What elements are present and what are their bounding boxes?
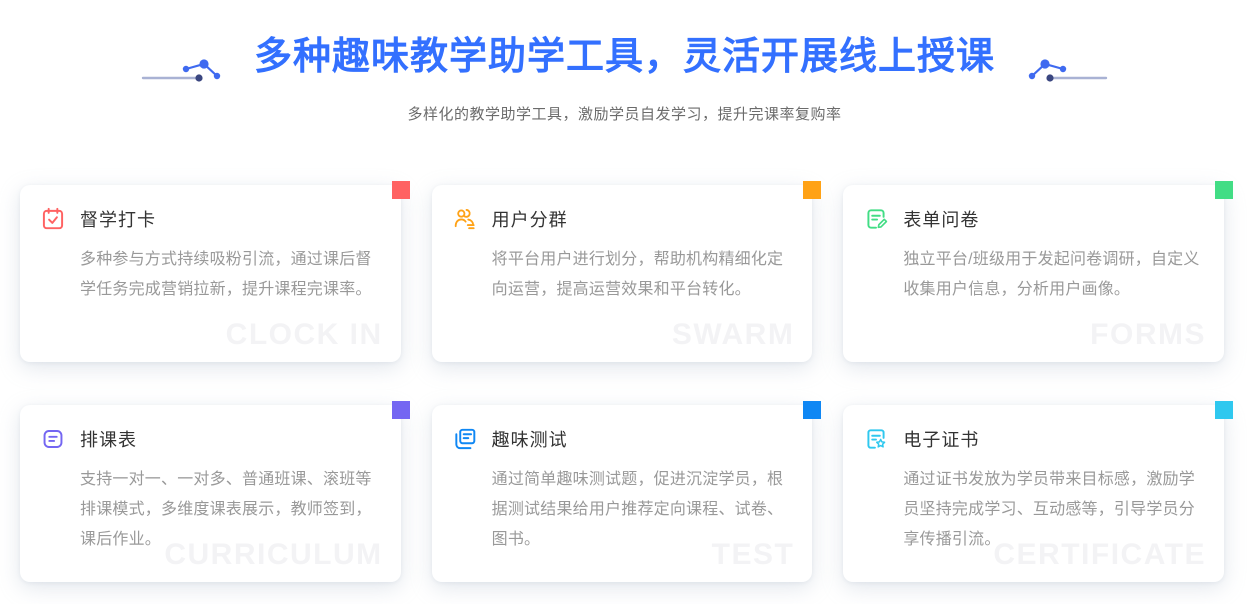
feature-card: 表单问卷 独立平台/班级用于发起问卷调研，自定义收集用户信息，分析用户画像。 F… — [843, 185, 1224, 362]
heading-row: 多种趣味教学助学工具，灵活开展线上授课 — [0, 30, 1249, 86]
card-head: 排课表 — [40, 426, 383, 452]
page-subtitle: 多样化的教学助学工具，激励学员自发学习，提升完课率复购率 — [0, 104, 1249, 125]
form-edit-icon — [863, 206, 889, 232]
header-section: 多种趣味教学助学工具，灵活开展线上授课 多样化的教学助学工具，激励学员自发学习，… — [0, 0, 1249, 125]
card-title: 趣味测试 — [492, 426, 568, 452]
card-head: 表单问卷 — [863, 206, 1206, 232]
trend-line-left-icon — [141, 44, 226, 86]
cards-grid: 督学打卡 多种参与方式持续吸粉引流，通过课后督学任务完成营销拉新，提升课程完课率… — [0, 185, 1249, 582]
certificate-star-icon — [863, 426, 889, 452]
card-watermark: CLOCK IN — [226, 318, 383, 352]
feature-card: 督学打卡 多种参与方式持续吸粉引流，通过课后督学任务完成营销拉新，提升课程完课率… — [20, 185, 401, 362]
card-title: 督学打卡 — [80, 206, 156, 232]
stacked-docs-icon — [452, 426, 478, 452]
feature-card: 排课表 支持一对一、一对多、普通班课、滚班等排课模式，多维度课表展示，教师签到，… — [20, 405, 401, 582]
trend-line-right-icon — [1023, 44, 1108, 86]
card-watermark: SWARM — [672, 318, 795, 352]
card-watermark: TEST — [712, 538, 795, 572]
corner-badge — [803, 181, 821, 199]
card-watermark: CERTIFICATE — [993, 538, 1206, 572]
card-head: 趣味测试 — [452, 426, 795, 452]
feature-card: 用户分群 将平台用户进行划分，帮助机构精细化定向运营，提高运营效果和平台转化。 … — [432, 185, 813, 362]
card-description: 多种参与方式持续吸粉引流，通过课后督学任务完成营销拉新，提升课程完课率。 — [80, 245, 379, 305]
corner-badge — [1215, 401, 1233, 419]
card-title: 电子证书 — [903, 426, 979, 452]
card-description: 独立平台/班级用于发起问卷调研，自定义收集用户信息，分析用户画像。 — [903, 245, 1202, 305]
card-head: 电子证书 — [863, 426, 1206, 452]
corner-badge — [392, 181, 410, 199]
card-head: 督学打卡 — [40, 206, 383, 232]
schedule-icon — [40, 426, 66, 452]
card-description: 将平台用户进行划分，帮助机构精细化定向运营，提高运营效果和平台转化。 — [492, 245, 791, 305]
feature-card: 趣味测试 通过简单趣味测试题，促进沉淀学员，根据测试结果给用户推荐定向课程、试卷… — [432, 405, 813, 582]
corner-badge — [392, 401, 410, 419]
feature-card: 电子证书 通过证书发放为学员带来目标感，激励学员坚持完成学习、互动感等，引导学员… — [843, 405, 1224, 582]
card-head: 用户分群 — [452, 206, 795, 232]
page-root: 多种趣味教学助学工具，灵活开展线上授课 多样化的教学助学工具，激励学员自发学习，… — [0, 0, 1249, 582]
user-group-icon — [452, 206, 478, 232]
card-watermark: CURRICULUM — [164, 538, 382, 572]
corner-badge — [803, 401, 821, 419]
card-title: 表单问卷 — [903, 206, 979, 232]
page-title: 多种趣味教学助学工具，灵活开展线上授课 — [254, 36, 995, 80]
calendar-check-icon — [40, 206, 66, 232]
card-title: 排课表 — [80, 426, 137, 452]
corner-badge — [1215, 181, 1233, 199]
card-title: 用户分群 — [492, 206, 568, 232]
card-watermark: FORMS — [1090, 318, 1206, 352]
